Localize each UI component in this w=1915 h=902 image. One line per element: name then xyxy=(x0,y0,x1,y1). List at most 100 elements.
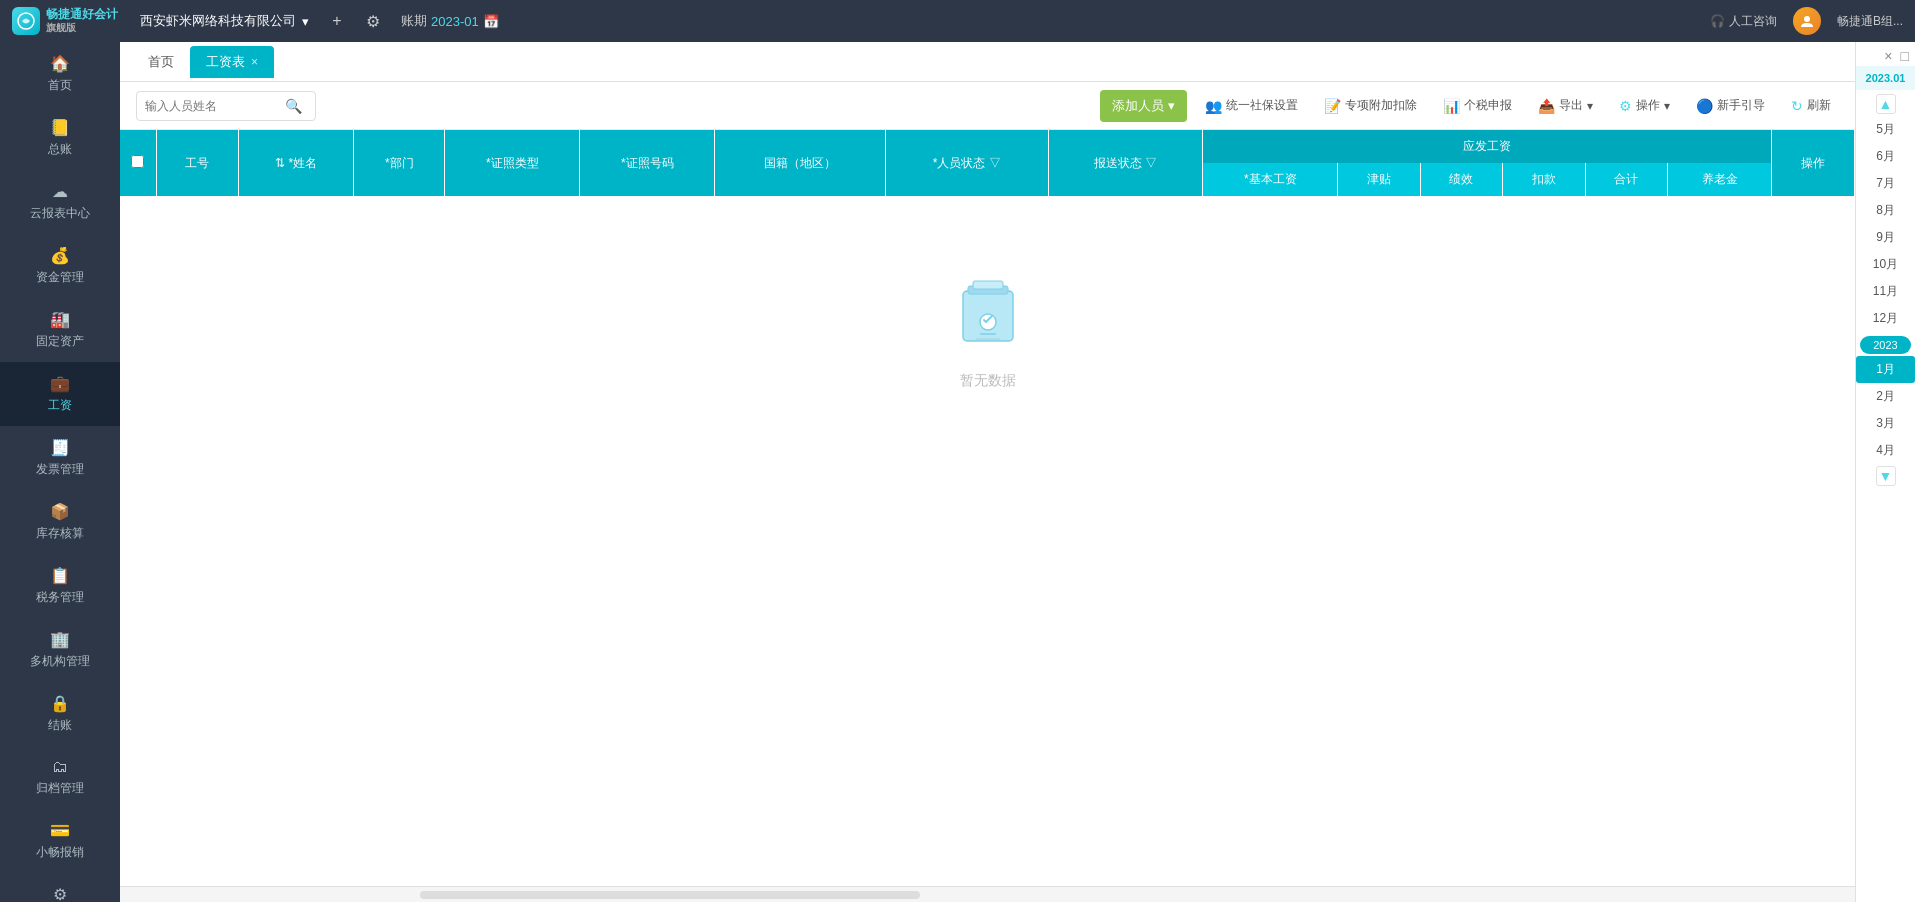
report-status-filter-icon: ▽ xyxy=(1145,156,1157,170)
add-person-chevron-icon: ▾ xyxy=(1168,98,1175,113)
fund-icon: 💰 xyxy=(50,246,70,265)
tab-close-icon[interactable]: × xyxy=(251,55,258,69)
ledger-icon: 📒 xyxy=(50,118,70,137)
th-person-status[interactable]: *人员状态 ▽ xyxy=(885,130,1048,196)
header-actions: + ⚙ xyxy=(325,9,385,33)
date-scroll-down-btn[interactable]: ▼ xyxy=(1876,466,1896,486)
inventory-icon: 📦 xyxy=(50,502,70,521)
social-security-btn[interactable]: 👥 统一社保设置 xyxy=(1197,93,1306,118)
sidebar-label-inventory: 库存核算 xyxy=(36,525,84,542)
panel-close-icon[interactable]: × xyxy=(1882,46,1894,66)
add-person-button[interactable]: 添加人员 ▾ xyxy=(1100,90,1187,122)
date-month-2022-06[interactable]: 6月 xyxy=(1856,143,1915,170)
sidebar-item-tax[interactable]: 📋 税务管理 xyxy=(0,554,120,618)
sidebar-item-fixed-assets[interactable]: 🏭 固定资产 xyxy=(0,298,120,362)
tab-home[interactable]: 首页 xyxy=(132,46,190,78)
tab-salary-label: 工资表 xyxy=(206,53,245,71)
settings-gear-icon: ⚙ xyxy=(53,885,67,902)
human-service-btn[interactable]: 🎧 人工咨询 xyxy=(1710,13,1777,30)
user-avatar[interactable] xyxy=(1793,7,1821,35)
toolbar-right: 添加人员 ▾ 👥 统一社保设置 📝 专项附加扣除 📊 个税申报 📤 xyxy=(1100,90,1839,122)
guide-label: 新手引导 xyxy=(1717,97,1765,114)
table-header-top: 工号 ⇅ *姓名 *部门 *证照类型 *证照号码 国籍（地区） *人员状态 ▽ … xyxy=(120,130,1855,163)
sidebar-item-archive[interactable]: 🗂 归档管理 xyxy=(0,746,120,809)
date-month-2023-02[interactable]: 2月 xyxy=(1856,383,1915,410)
personal-tax-btn[interactable]: 📊 个税申报 xyxy=(1435,93,1520,118)
date-month-2022-07[interactable]: 7月 xyxy=(1856,170,1915,197)
th-no: 工号 xyxy=(156,130,238,196)
multi-org-icon: 🏢 xyxy=(50,630,70,649)
add-button[interactable]: + xyxy=(325,9,349,33)
tab-salary-table[interactable]: 工资表 × xyxy=(190,46,274,78)
th-dept: *部门 xyxy=(354,130,445,196)
calendar-icon[interactable]: 📅 xyxy=(483,14,499,29)
th-name[interactable]: ⇅ *姓名 xyxy=(238,130,353,196)
date-month-2022-12[interactable]: 12月 xyxy=(1856,305,1915,332)
app-subtitle: 旗舰版 xyxy=(46,21,118,35)
th-id-type: *证照类型 xyxy=(445,130,580,196)
sidebar-item-invoice[interactable]: 🧾 发票管理 xyxy=(0,426,120,490)
operations-icon: ⚙ xyxy=(1619,98,1632,114)
guide-btn[interactable]: 🔵 新手引导 xyxy=(1688,93,1773,118)
salary-icon: 💼 xyxy=(50,374,70,393)
date-month-2022-08[interactable]: 8月 xyxy=(1856,197,1915,224)
date-month-2022-11[interactable]: 11月 xyxy=(1856,278,1915,305)
special-deduction-icon: 📝 xyxy=(1324,98,1341,114)
date-year-2023-label: 2023 xyxy=(1860,336,1911,354)
social-security-icon: 👥 xyxy=(1205,98,1222,114)
th-operations: 操作 xyxy=(1772,130,1855,196)
th-total: 合计 xyxy=(1585,163,1667,196)
empty-state: 暂无数据 xyxy=(120,196,1855,470)
select-all-checkbox[interactable] xyxy=(131,155,144,168)
panel-top-controls: × □ xyxy=(1856,42,1915,66)
search-wrap: 🔍 xyxy=(136,91,316,121)
date-month-2022-10[interactable]: 10月 xyxy=(1856,251,1915,278)
sidebar-item-fund[interactable]: 💰 资金管理 xyxy=(0,234,120,298)
panel-maximize-icon[interactable]: □ xyxy=(1899,46,1911,66)
company-selector[interactable]: 西安虾米网络科技有限公司 ▾ xyxy=(140,12,309,30)
sidebar-label-multi-org: 多机构管理 xyxy=(30,653,90,670)
sidebar-item-cloud-report[interactable]: ☁ 云报表中心 xyxy=(0,170,120,234)
export-icon: 📤 xyxy=(1538,98,1555,114)
sidebar-item-multi-org[interactable]: 🏢 多机构管理 xyxy=(0,618,120,682)
date-month-2023-01[interactable]: 1月 xyxy=(1856,356,1915,383)
svg-point-1 xyxy=(1804,16,1810,22)
company-name: 西安虾米网络科技有限公司 xyxy=(140,12,296,30)
date-month-2022-09[interactable]: 9月 xyxy=(1856,224,1915,251)
sidebar-item-ledger[interactable]: 📒 总账 xyxy=(0,106,120,170)
sidebar-item-salary[interactable]: 💼 工资 xyxy=(0,362,120,426)
special-deduction-btn[interactable]: 📝 专项附加扣除 xyxy=(1316,93,1425,118)
bottom-scrollbar[interactable] xyxy=(120,886,1855,902)
th-deduction: 扣款 xyxy=(1503,163,1585,196)
date-month-2023-04[interactable]: 4月 xyxy=(1856,437,1915,464)
settings-icon[interactable]: ⚙ xyxy=(361,9,385,33)
sidebar: 🏠 首页 📒 总账 ☁ 云报表中心 💰 资金管理 🏭 固定资产 💼 工资 🧾 发… xyxy=(0,42,120,902)
refresh-btn[interactable]: ↻ 刷新 xyxy=(1783,93,1839,118)
th-salary-group: 应发工资 xyxy=(1203,130,1772,163)
sidebar-item-expense[interactable]: 💳 小畅报销 xyxy=(0,809,120,873)
sidebar-item-home[interactable]: 🏠 首页 xyxy=(0,42,120,106)
export-label: 导出 xyxy=(1559,97,1583,114)
person-status-filter-icon: ▽ xyxy=(989,156,1001,170)
sidebar-item-inventory[interactable]: 📦 库存核算 xyxy=(0,490,120,554)
period-value[interactable]: 2023-01 xyxy=(431,14,479,29)
top-header: 畅捷通好会计 旗舰版 西安虾米网络科技有限公司 ▾ + ⚙ 账期 2023-01… xyxy=(0,0,1915,42)
sidebar-item-settings[interactable]: ⚙ 基础设置 xyxy=(0,873,120,902)
date-month-2023-03[interactable]: 3月 xyxy=(1856,410,1915,437)
svg-point-5 xyxy=(980,314,996,330)
fixed-assets-icon: 🏭 xyxy=(50,310,70,329)
empty-text: 暂无数据 xyxy=(960,372,1016,390)
headset-icon: 🎧 xyxy=(1710,14,1725,28)
tab-home-label: 首页 xyxy=(148,53,174,71)
th-checkbox[interactable] xyxy=(120,130,156,196)
search-icon: 🔍 xyxy=(285,98,302,114)
sidebar-item-closing[interactable]: 🔒 结账 xyxy=(0,682,120,746)
search-input[interactable] xyxy=(145,99,285,113)
th-report-status[interactable]: 报送状态 ▽ xyxy=(1048,130,1203,196)
date-scroll-up-btn[interactable]: ▲ xyxy=(1876,94,1896,114)
date-month-2022-05[interactable]: 5月 xyxy=(1856,116,1915,143)
operations-btn[interactable]: ⚙ 操作 ▾ xyxy=(1611,93,1678,118)
sidebar-label-invoice: 发票管理 xyxy=(36,461,84,478)
export-btn[interactable]: 📤 导出 ▾ xyxy=(1530,93,1601,118)
sidebar-label-fund: 资金管理 xyxy=(36,269,84,286)
